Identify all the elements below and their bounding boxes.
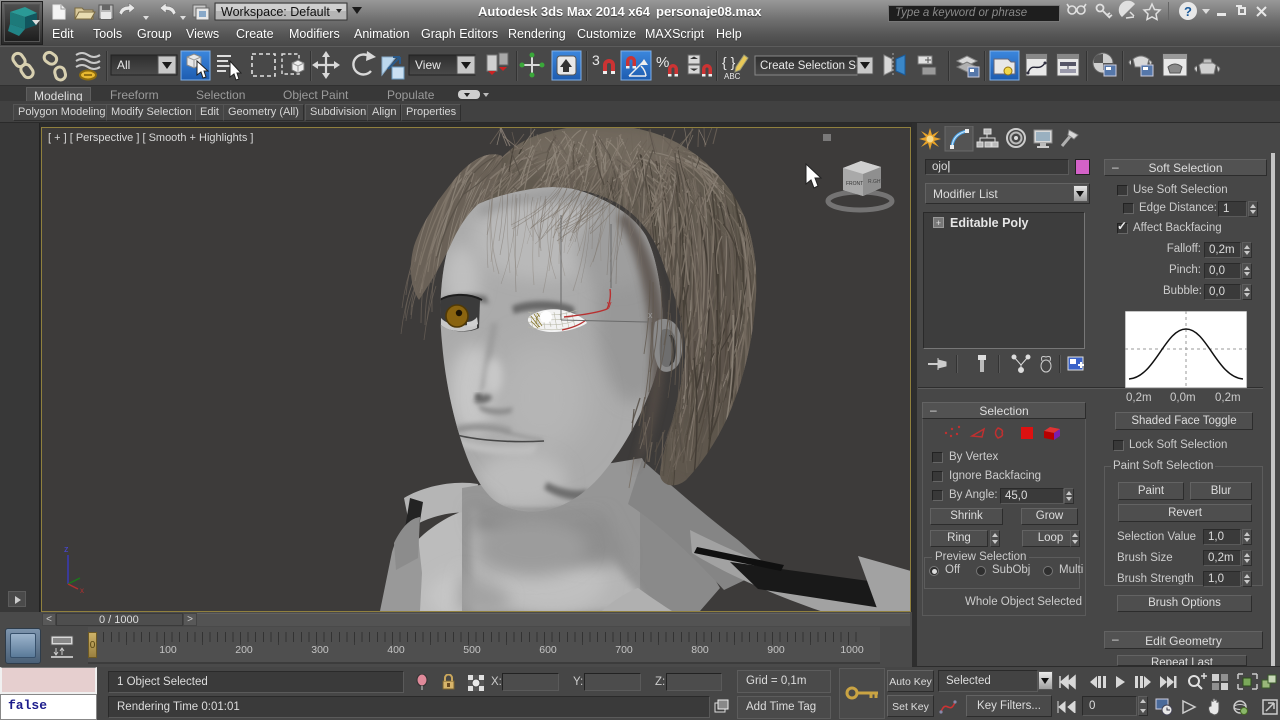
svg-text:Create Selection Se: Create Selection Se — [760, 60, 862, 72]
svg-text:ABC: ABC — [724, 72, 741, 81]
svg-text:%: % — [656, 54, 669, 71]
svg-text:x: x — [648, 310, 653, 320]
svg-text:?: ? — [1184, 4, 1192, 19]
svg-text:Workspace: Default: Workspace: Default — [221, 5, 330, 19]
svg-text:3: 3 — [592, 52, 600, 68]
svg-text:FRONT: FRONT — [846, 181, 863, 187]
svg-text:z: z — [64, 544, 69, 554]
svg-text:View: View — [415, 58, 441, 72]
svg-text:R.GHT: R.GHT — [868, 179, 884, 185]
svg-text:All: All — [117, 58, 130, 72]
svg-text:y: y — [607, 299, 612, 309]
svg-text:[ + ] [ Perspective ] [ Smooth: [ + ] [ Perspective ] [ Smooth + Highlig… — [48, 132, 253, 144]
svg-text:x: x — [80, 586, 84, 595]
svg-text:{ }: { } — [722, 54, 736, 70]
